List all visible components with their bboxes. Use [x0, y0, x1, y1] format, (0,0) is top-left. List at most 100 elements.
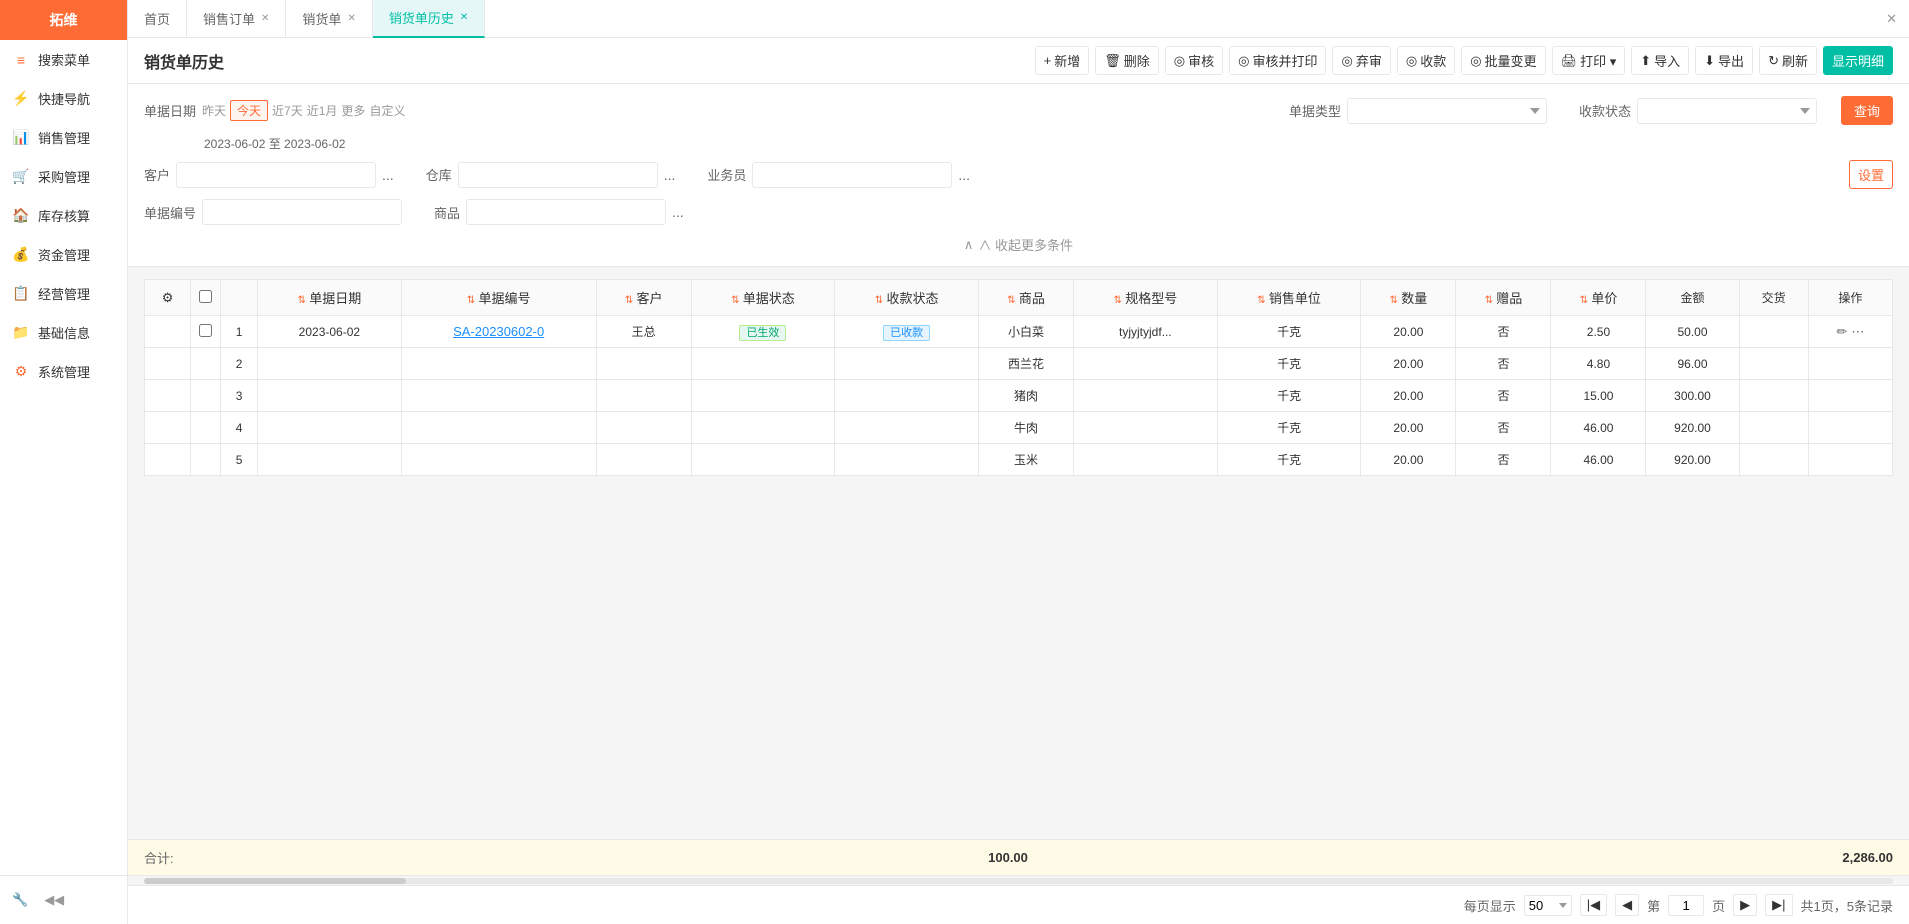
- cell-doc-no[interactable]: [401, 348, 596, 380]
- discard-button[interactable]: ◎ 弃审: [1332, 46, 1390, 75]
- export-button[interactable]: ⬇ 导出: [1695, 46, 1753, 75]
- audit-button[interactable]: ◎ 审核: [1165, 46, 1223, 75]
- cell-action[interactable]: [1808, 380, 1892, 412]
- sidebar-item-sys-mgmt[interactable]: ⚙ 系统管理: [0, 352, 127, 391]
- horizontal-scrollbar[interactable]: [128, 875, 1909, 885]
- sidebar-collapse-icon[interactable]: ◀◀: [44, 892, 64, 908]
- goods-input[interactable]: [466, 199, 666, 225]
- cell-collect-status: [835, 412, 979, 444]
- page-number-input[interactable]: [1668, 895, 1704, 916]
- tab-sales-order-close[interactable]: ✕: [261, 13, 269, 24]
- prev-page-button[interactable]: ◀: [1615, 894, 1639, 916]
- doc-no-input[interactable]: [202, 199, 402, 225]
- sidebar-item-search-menu[interactable]: ≡ 搜索菜单: [0, 40, 127, 79]
- cell-collect-status: [835, 380, 979, 412]
- cell-checkbox[interactable]: [191, 412, 221, 444]
- date-1month[interactable]: 近1月: [307, 102, 338, 119]
- col-qty[interactable]: ⇅ 数量: [1361, 280, 1456, 316]
- col-customer[interactable]: ⇅ 客户: [596, 280, 691, 316]
- date-filter: 单据日期 昨天 今天 近7天 近1月 更多 自定义: [144, 100, 405, 121]
- col-goods[interactable]: ⇅ 商品: [979, 280, 1074, 316]
- col-unit-price[interactable]: ⇅ 单价: [1551, 280, 1646, 316]
- more-action-icon[interactable]: ⋯: [1851, 324, 1864, 339]
- col-settings[interactable]: ⚙: [145, 280, 191, 316]
- sidebar-item-base-info[interactable]: 📁 基础信息: [0, 313, 127, 352]
- cell-doc-no[interactable]: SA-20230602-0: [401, 316, 596, 348]
- cell-action[interactable]: [1808, 444, 1892, 476]
- sidebar-item-sales-mgmt[interactable]: 📊 销售管理: [0, 118, 127, 157]
- print-button[interactable]: 🖨 打印 ▾: [1552, 46, 1626, 75]
- cell-qty: 20.00: [1361, 444, 1456, 476]
- sidebar-item-purchase-mgmt[interactable]: 🛒 采购管理: [0, 157, 127, 196]
- cell-doc-no[interactable]: [401, 380, 596, 412]
- import-button[interactable]: ⬆ 导入: [1631, 46, 1689, 75]
- cell-doc-status: [691, 380, 835, 412]
- sidebar-settings-icon[interactable]: 🔧: [12, 892, 28, 908]
- customer-input[interactable]: [176, 162, 376, 188]
- add-button[interactable]: + 新增: [1035, 46, 1090, 75]
- staff-more-icon[interactable]: ...: [958, 167, 970, 183]
- tab-home[interactable]: 首页: [128, 0, 187, 38]
- staff-input[interactable]: [752, 162, 952, 188]
- col-settings-icon[interactable]: ⚙: [162, 290, 174, 305]
- customer-more-icon[interactable]: ...: [382, 167, 394, 183]
- select-all-checkbox[interactable]: [199, 290, 212, 303]
- tab-sales-delivery-history-close[interactable]: ✕: [460, 12, 468, 23]
- goods-more-icon[interactable]: ...: [672, 204, 684, 220]
- date-custom[interactable]: 自定义: [369, 102, 405, 119]
- audit-print-button[interactable]: ◎ 审核并打印: [1229, 46, 1326, 75]
- scrollbar-thumb[interactable]: [144, 878, 406, 884]
- tab-sales-delivery-history[interactable]: 销货单历史 ✕: [373, 0, 485, 38]
- first-page-button[interactable]: |◀: [1580, 894, 1607, 916]
- tab-sales-order[interactable]: 销售订单 ✕: [187, 0, 286, 38]
- warehouse-more-icon[interactable]: ...: [664, 167, 676, 183]
- cell-checkbox[interactable]: [191, 380, 221, 412]
- date-today[interactable]: 今天: [230, 100, 268, 121]
- sidebar-item-inventory-calc[interactable]: 🏠 库存核算: [0, 196, 127, 235]
- cell-checkbox[interactable]: [191, 348, 221, 380]
- sidebar-item-finance-mgmt[interactable]: 💰 资金管理: [0, 235, 127, 274]
- cell-doc-no[interactable]: [401, 412, 596, 444]
- col-doc-status[interactable]: ⇅ 单据状态: [691, 280, 835, 316]
- cell-settings: [145, 444, 191, 476]
- cell-checkbox[interactable]: [191, 444, 221, 476]
- delete-icon: 🗑: [1104, 53, 1121, 69]
- col-doc-date[interactable]: ⇅ 单据日期: [258, 280, 402, 316]
- last-page-button[interactable]: ▶|: [1765, 894, 1792, 916]
- col-doc-no[interactable]: ⇅ 单据编号: [401, 280, 596, 316]
- row-checkbox[interactable]: [199, 324, 212, 337]
- warehouse-input[interactable]: [458, 162, 658, 188]
- edit-action-icon[interactable]: ✏: [1836, 324, 1847, 339]
- col-unit[interactable]: ⇅ 销售单位: [1217, 280, 1361, 316]
- sidebar-item-ops-mgmt[interactable]: 📋 经营管理: [0, 274, 127, 313]
- refresh-button[interactable]: ↻ 刷新: [1759, 46, 1817, 75]
- col-gift[interactable]: ⇅ 赠品: [1456, 280, 1551, 316]
- tab-sales-delivery-close[interactable]: ✕: [347, 13, 355, 24]
- date-yesterday[interactable]: 昨天: [202, 102, 226, 119]
- window-close-button[interactable]: ✕: [1874, 11, 1909, 27]
- date-7days[interactable]: 近7天: [272, 102, 303, 119]
- tab-sales-delivery[interactable]: 销货单 ✕: [286, 0, 372, 38]
- collect-status-select[interactable]: [1637, 98, 1817, 124]
- date-more[interactable]: 更多: [341, 102, 365, 119]
- cell-doc-no[interactable]: [401, 444, 596, 476]
- doc-type-select[interactable]: [1347, 98, 1547, 124]
- settings-button[interactable]: 设置: [1849, 160, 1893, 189]
- collect-button[interactable]: ◎ 收款: [1397, 46, 1455, 75]
- col-spec[interactable]: ⇅ 规格型号: [1074, 280, 1218, 316]
- cell-action[interactable]: ✏⋯: [1808, 316, 1892, 348]
- cell-action[interactable]: [1808, 348, 1892, 380]
- show-detail-button[interactable]: 显示明细: [1823, 46, 1893, 75]
- batch-change-button[interactable]: ◎ 批量变更: [1461, 46, 1545, 75]
- query-button[interactable]: 查询: [1841, 96, 1893, 125]
- cell-action[interactable]: [1808, 412, 1892, 444]
- per-page-select[interactable]: 50 100 200: [1524, 895, 1572, 916]
- col-collect-status[interactable]: ⇅ 收款状态: [835, 280, 979, 316]
- sidebar-item-quick-nav[interactable]: ⚡ 快捷导航: [0, 79, 127, 118]
- collapse-filter-button[interactable]: ∧ ∧ 收起更多条件: [144, 235, 1893, 254]
- cell-checkbox[interactable]: [191, 316, 221, 348]
- col-checkbox[interactable]: [191, 280, 221, 316]
- next-page-button[interactable]: ▶: [1733, 894, 1757, 916]
- delete-button[interactable]: 🗑 删除: [1095, 46, 1159, 75]
- doc-no-link[interactable]: SA-20230602-0: [453, 324, 544, 339]
